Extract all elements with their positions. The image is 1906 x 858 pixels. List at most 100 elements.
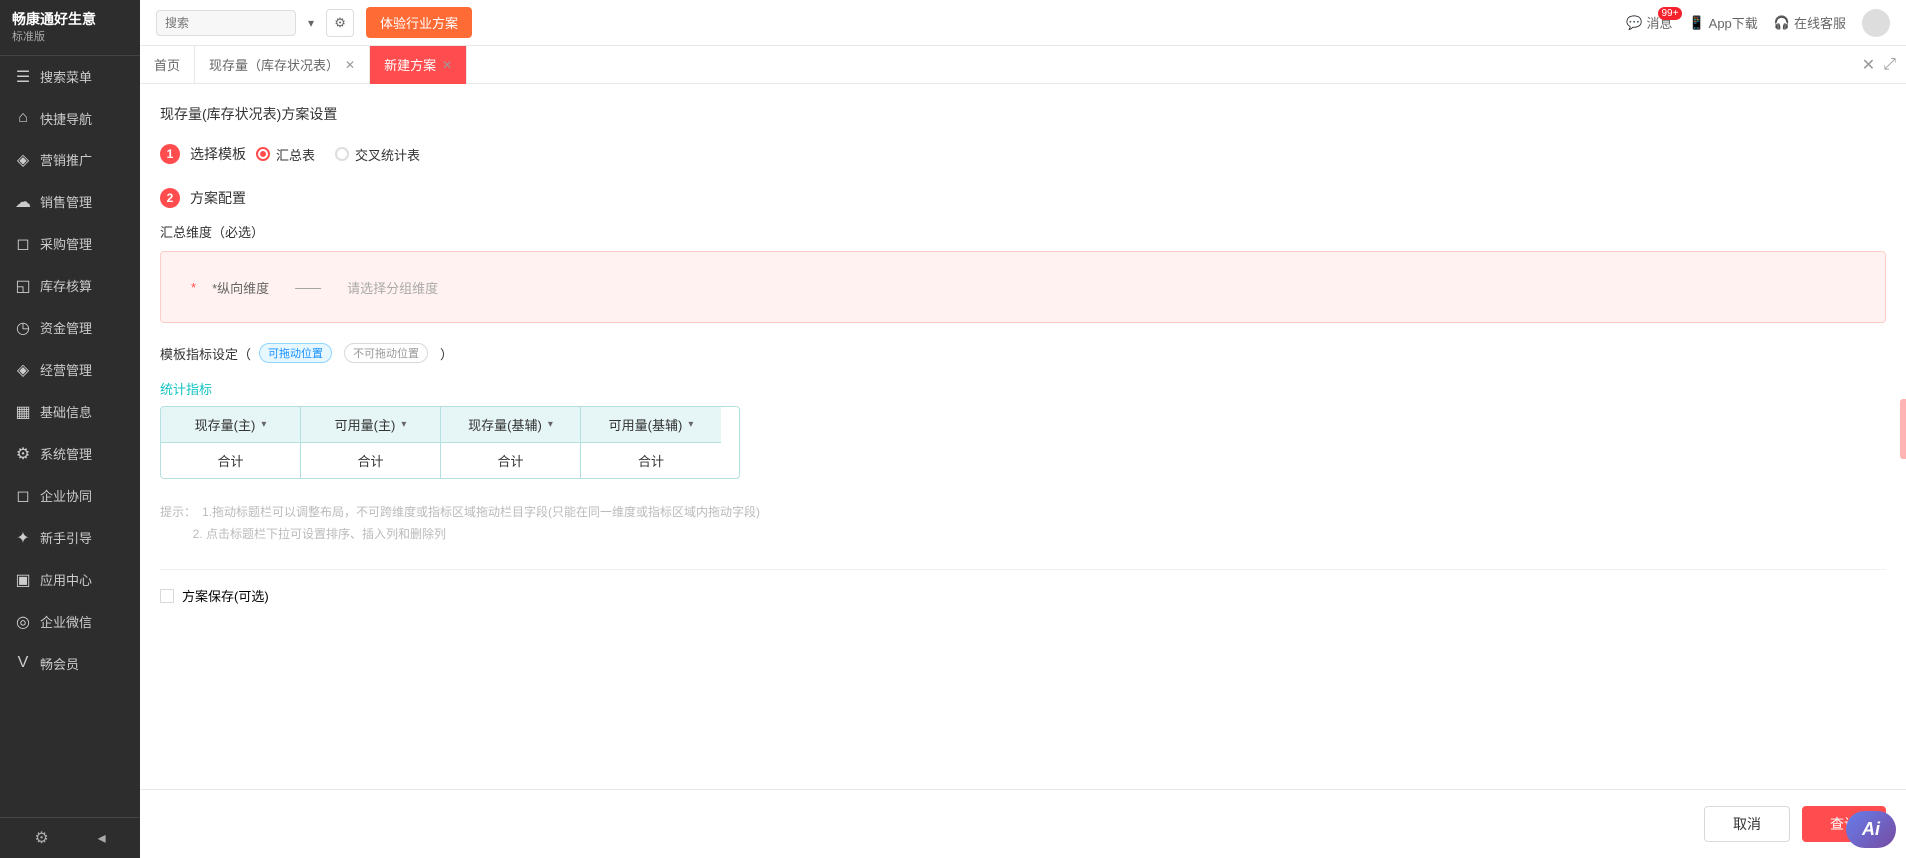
sidebar-item-marketing[interactable]: ◈ 营销推广 — [0, 139, 140, 181]
indicator-settings: 模板指标设定（ 可拖动位置 不可拖动位置 ） — [160, 343, 1886, 363]
summary-dim-label: 汇总维度（必选） — [160, 222, 1886, 241]
purchase-icon: ◻ — [14, 234, 32, 254]
tab-home[interactable]: 首页 — [140, 46, 195, 84]
close-window-icon[interactable]: ✕ — [1862, 55, 1875, 75]
dimension-box: * *纵向维度 —— 请选择分组维度 — [160, 251, 1886, 323]
topbar-dropdown[interactable]: ▾ — [308, 16, 314, 30]
quick-nav-icon: ⌂ — [14, 109, 32, 127]
app-edition: 标准版 — [12, 30, 128, 45]
message-btn[interactable]: 💬 消息 99+ — [1626, 13, 1672, 32]
sidebar-item-operation[interactable]: ◈ 经营管理 — [0, 349, 140, 391]
tip-1-text: 1.拖动标题栏可以调整布局，不可跨维度或指标区域拖动栏目字段(只能在同一维度或指… — [202, 502, 760, 524]
stats-title: 统计指标 — [160, 379, 1886, 398]
expand-icon[interactable]: ⤢ — [1883, 56, 1896, 74]
cancel-button[interactable]: 取消 — [1704, 806, 1790, 842]
sidebar-item-vip[interactable]: V 畅会员 — [0, 643, 140, 684]
sidebar-item-inventory[interactable]: ◱ 库存核算 — [0, 265, 140, 307]
radio-cross[interactable]: 交叉统计表 — [335, 145, 420, 164]
sidebar-item-label: 企业协同 — [40, 486, 92, 505]
sidebar-item-label: 快捷导航 — [40, 109, 92, 128]
dim-placeholder[interactable]: 请选择分组维度 — [347, 278, 438, 297]
tip-2-prefix — [160, 524, 187, 546]
sidebar-item-label: 销售管理 — [40, 192, 92, 211]
tab-new-plan[interactable]: 新建方案 ✕ — [370, 46, 467, 84]
stats-col: 可用量(主) ▾ 合计 — [301, 407, 441, 478]
sidebar-item-label: 经营管理 — [40, 360, 92, 379]
gear-icon: ⚙ — [334, 15, 346, 31]
sidebar-item-enterprise[interactable]: ◻ 企业协同 — [0, 475, 140, 517]
sidebar-item-basic-info[interactable]: ▦ 基础信息 — [0, 391, 140, 433]
stats-col-header[interactable]: 可用量(基辅) ▾ — [581, 407, 721, 443]
radio-summary[interactable]: 汇总表 — [256, 145, 315, 164]
beginner-icon: ✦ — [14, 528, 32, 548]
search-input[interactable] — [156, 10, 296, 36]
app-download-btn[interactable]: 📱 App下载 — [1688, 13, 1757, 32]
tab-inventory[interactable]: 现存量（库存状况表） ✕ — [195, 46, 370, 84]
section1-header: 1 选择模板 汇总表 交叉统计表 — [160, 144, 1886, 164]
sidebar-item-label: 畅会员 — [40, 654, 79, 673]
gear-button[interactable]: ⚙ — [326, 9, 354, 37]
col-body-value: 合计 — [638, 451, 664, 470]
chevron-down-icon: ▾ — [261, 419, 266, 430]
operation-icon: ◈ — [14, 360, 32, 380]
close-tab-inventory-icon[interactable]: ✕ — [345, 58, 355, 72]
close-tab-new-icon[interactable]: ✕ — [442, 58, 452, 72]
save-checkbox[interactable] — [160, 589, 174, 603]
sidebar-item-wechat[interactable]: ◎ 企业微信 — [0, 601, 140, 643]
section2-header: 2 方案配置 — [160, 188, 1886, 208]
col-header-label: 可用量(基辅) — [609, 415, 683, 434]
stats-col-header[interactable]: 现存量(基辅) ▾ — [441, 407, 580, 443]
enterprise-icon: ◻ — [14, 486, 32, 506]
stats-table: 现存量(主) ▾ 合计 可用量(主) ▾ 合计 现存量(基辅) ▾ 合计 — [160, 406, 740, 479]
settings-icon[interactable]: ⚙ — [34, 828, 48, 848]
sidebar-menu: ☰ 搜索菜单 ⌂ 快捷导航 ◈ 营销推广 ☁ 销售管理 ◻ 采购管理 ◱ 库存核… — [0, 56, 140, 817]
vertical-dim-label: *纵向维度 — [212, 278, 269, 297]
template-radio-group: 汇总表 交叉统计表 — [256, 145, 420, 164]
stats-col-header[interactable]: 现存量(主) ▾ — [161, 407, 300, 443]
message-icon: 💬 — [1626, 15, 1642, 31]
page-content: 现存量(库存状况表)方案设置 1 选择模板 汇总表 交叉统计表 — [140, 84, 1906, 789]
no-drag-tag: 不可拖动位置 — [344, 343, 428, 363]
sidebar-item-beginner[interactable]: ✦ 新手引导 — [0, 517, 140, 559]
dropdown-arrow-icon: ▾ — [308, 16, 314, 30]
sidebar-item-search-menu[interactable]: ☰ 搜索菜单 — [0, 56, 140, 98]
col-header-label: 现存量(基辅) — [468, 415, 542, 434]
topbar: ▾ ⚙ 体验行业方案 💬 消息 99+ 📱 App下载 🎧 在线客服 — [140, 0, 1906, 46]
main-area: ▾ ⚙ 体验行业方案 💬 消息 99+ 📱 App下载 🎧 在线客服 — [140, 0, 1906, 858]
sidebar-item-system[interactable]: ⚙ 系统管理 — [0, 433, 140, 475]
industry-btn[interactable]: 体验行业方案 — [366, 7, 472, 38]
section2-title: 方案配置 — [190, 188, 246, 208]
collapse-icon[interactable]: ◂ — [98, 828, 106, 848]
sidebar: 畅康通好生意 标准版 ☰ 搜索菜单 ⌂ 快捷导航 ◈ 营销推广 ☁ 销售管理 ◻… — [0, 0, 140, 858]
save-label: 方案保存(可选) — [182, 586, 269, 605]
sidebar-item-quick-nav[interactable]: ⌂ 快捷导航 — [0, 98, 140, 139]
sidebar-item-label: 基础信息 — [40, 402, 92, 421]
save-option: 方案保存(可选) — [160, 569, 1886, 605]
vip-icon: V — [14, 654, 32, 672]
radio-summary-label: 汇总表 — [276, 145, 315, 164]
sidebar-item-purchase[interactable]: ◻ 采购管理 — [0, 223, 140, 265]
tip-1: 提示： 1.拖动标题栏可以调整布局，不可跨维度或指标区域拖动栏目字段(只能在同一… — [160, 502, 1886, 524]
stats-col-body: 合计 — [301, 443, 440, 478]
mobile-icon: 📱 — [1688, 15, 1704, 31]
sidebar-item-app-center[interactable]: ▣ 应用中心 — [0, 559, 140, 601]
topbar-left: ▾ ⚙ 体验行业方案 — [156, 7, 472, 38]
section1-num: 1 — [160, 144, 180, 164]
tab-home-label: 首页 — [154, 55, 180, 74]
col-header-label: 可用量(主) — [335, 415, 396, 434]
online-service-btn[interactable]: 🎧 在线客服 — [1774, 13, 1846, 32]
avatar[interactable] — [1862, 9, 1890, 37]
right-edge-handle[interactable] — [1900, 399, 1906, 459]
sidebar-item-finance[interactable]: ◷ 资金管理 — [0, 307, 140, 349]
section1-title: 选择模板 — [190, 144, 246, 164]
col-body-value: 合计 — [357, 451, 383, 470]
tabbar-actions: ✕ ⤢ — [1862, 55, 1906, 75]
message-badge: 99+ — [1658, 7, 1683, 20]
stats-col-header[interactable]: 可用量(主) ▾ — [301, 407, 440, 443]
ai-badge[interactable]: Ai — [1846, 811, 1896, 848]
sidebar-item-label: 采购管理 — [40, 234, 92, 253]
indicator-label: 模板指标设定（ 可拖动位置 不可拖动位置 ） — [160, 343, 1886, 363]
stats-col: 现存量(基辅) ▾ 合计 — [441, 407, 581, 478]
chevron-down-icon: ▾ — [548, 419, 553, 430]
sidebar-item-sales[interactable]: ☁ 销售管理 — [0, 181, 140, 223]
